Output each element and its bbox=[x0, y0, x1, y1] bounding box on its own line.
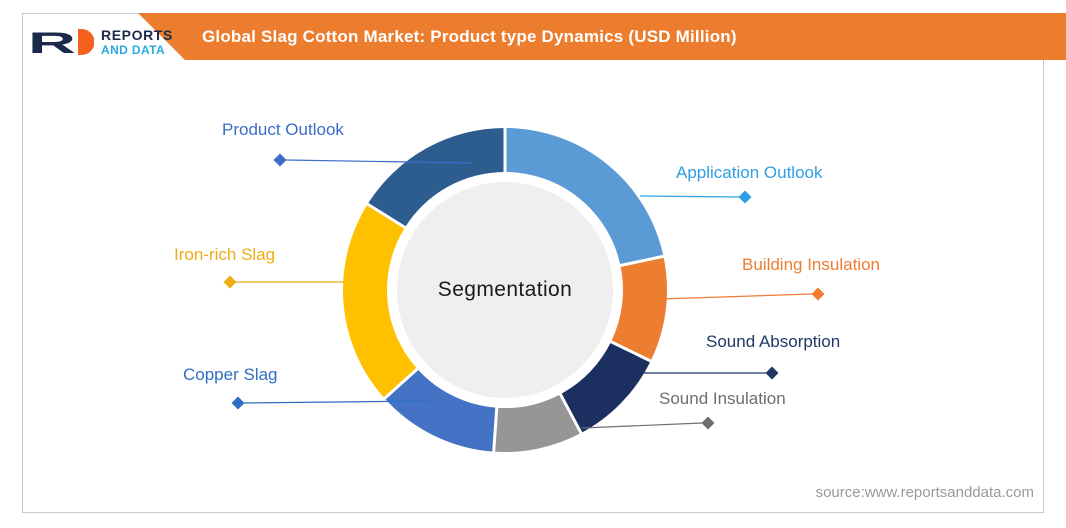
segment-label-copper-slag: Copper Slag bbox=[183, 365, 278, 384]
source-attribution: source:www.reportsanddata.com bbox=[815, 484, 1034, 501]
page-title: Global Slag Cotton Market: Product type … bbox=[202, 26, 737, 46]
diamond-marker-sound-insulation bbox=[701, 416, 715, 430]
donut-chart bbox=[223, 126, 825, 454]
segment-label-sound-insulation: Sound Insulation bbox=[659, 389, 786, 408]
segment-label-building-insulation: Building Insulation bbox=[742, 255, 880, 274]
rd-monogram-icon: R bbox=[28, 27, 94, 57]
brand-logo: R REPORTS AND DATA bbox=[28, 27, 173, 57]
infographic-canvas: Global Slag Cotton Market: Product type … bbox=[0, 0, 1066, 528]
leader-line-building-insulation bbox=[659, 293, 813, 300]
segment-label-product-outlook: Product Outlook bbox=[222, 120, 344, 139]
svg-text:R: R bbox=[28, 27, 77, 57]
segment-label-sound-absorption: Sound Absorption bbox=[706, 332, 841, 351]
diamond-marker-copper-slag bbox=[231, 396, 245, 410]
diamond-marker-iron-rich-slag bbox=[223, 275, 237, 289]
segment-label-iron-rich-slag: Iron-rich Slag bbox=[174, 245, 276, 264]
donut-center-label: Segmentation bbox=[437, 278, 573, 301]
brand-name-bottom: AND DATA bbox=[101, 43, 166, 57]
leader-line-sound-insulation bbox=[581, 422, 703, 429]
brand-name-top: REPORTS bbox=[101, 27, 173, 43]
diamond-marker-product-outlook bbox=[273, 153, 287, 167]
diamond-marker-application-outlook bbox=[738, 190, 752, 204]
leader-line-application-outlook bbox=[639, 195, 740, 198]
brand-wordmark: REPORTS AND DATA bbox=[101, 28, 173, 56]
header-banner: Global Slag Cotton Market: Product type … bbox=[138, 13, 1066, 60]
diamond-marker-sound-absorption bbox=[765, 366, 779, 380]
diamond-marker-building-insulation bbox=[811, 287, 825, 301]
segment-label-application-outlook: Application Outlook bbox=[676, 163, 823, 182]
